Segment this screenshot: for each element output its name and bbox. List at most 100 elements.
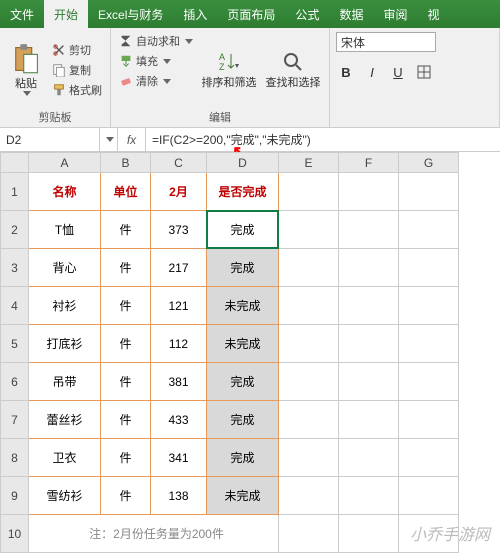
cell-A5[interactable]: 打底衫: [29, 325, 101, 363]
clear-button[interactable]: 清除: [117, 72, 195, 90]
cell-G5[interactable]: [399, 325, 459, 363]
underline-button[interactable]: U: [388, 62, 408, 82]
name-box[interactable]: D2: [0, 128, 100, 151]
cell-E10[interactable]: [279, 515, 339, 553]
col-header-B[interactable]: B: [101, 153, 151, 173]
cell-D3[interactable]: 完成: [207, 249, 279, 287]
col-header-A[interactable]: A: [29, 153, 101, 173]
copy-button[interactable]: 复制: [50, 61, 104, 79]
cell-C3[interactable]: 217: [151, 249, 207, 287]
tab-formula[interactable]: 公式: [285, 0, 329, 28]
cell-C8[interactable]: 341: [151, 439, 207, 477]
cell-C6[interactable]: 381: [151, 363, 207, 401]
cell-A1[interactable]: 名称: [29, 173, 101, 211]
cell-G7[interactable]: [399, 401, 459, 439]
tab-file[interactable]: 文件: [0, 0, 44, 28]
cell-B9[interactable]: 件: [101, 477, 151, 515]
cell-D5[interactable]: 未完成: [207, 325, 279, 363]
cell-E8[interactable]: [279, 439, 339, 477]
cell-F5[interactable]: [339, 325, 399, 363]
tab-data[interactable]: 数据: [329, 0, 373, 28]
cell-B3[interactable]: 件: [101, 249, 151, 287]
italic-button[interactable]: I: [362, 62, 382, 82]
cell-C4[interactable]: 121: [151, 287, 207, 325]
cell-D8[interactable]: 完成: [207, 439, 279, 477]
cell-G9[interactable]: [399, 477, 459, 515]
cell-E4[interactable]: [279, 287, 339, 325]
cell-G3[interactable]: [399, 249, 459, 287]
cell-B2[interactable]: 件: [101, 211, 151, 249]
formula-input[interactable]: =IF(C2>=200,"完成","未完成") ↖: [146, 128, 500, 151]
col-header-E[interactable]: E: [279, 153, 339, 173]
row-header-10[interactable]: 10: [1, 515, 29, 553]
cell-B6[interactable]: 件: [101, 363, 151, 401]
cell-G1[interactable]: [399, 173, 459, 211]
format-painter-button[interactable]: 格式刷: [50, 81, 104, 99]
col-header-G[interactable]: G: [399, 153, 459, 173]
cell-C9[interactable]: 138: [151, 477, 207, 515]
cell-G6[interactable]: [399, 363, 459, 401]
cell-B5[interactable]: 件: [101, 325, 151, 363]
cell-B7[interactable]: 件: [101, 401, 151, 439]
tab-insert[interactable]: 插入: [173, 0, 217, 28]
row-header-8[interactable]: 8: [1, 439, 29, 477]
col-header-D[interactable]: D: [207, 153, 279, 173]
cell-D1[interactable]: 是否完成: [207, 173, 279, 211]
col-header-F[interactable]: F: [339, 153, 399, 173]
cell-A8[interactable]: 卫衣: [29, 439, 101, 477]
row-header-4[interactable]: 4: [1, 287, 29, 325]
cell-F9[interactable]: [339, 477, 399, 515]
cell-F7[interactable]: [339, 401, 399, 439]
cell-F10[interactable]: [339, 515, 399, 553]
cell-F2[interactable]: [339, 211, 399, 249]
fill-button[interactable]: 填充: [117, 52, 195, 70]
cell-A6[interactable]: 吊带: [29, 363, 101, 401]
tab-home[interactable]: 开始: [44, 0, 88, 28]
cell-F6[interactable]: [339, 363, 399, 401]
find-select-button[interactable]: 查找和选择: [263, 32, 323, 107]
row-header-5[interactable]: 5: [1, 325, 29, 363]
fx-button[interactable]: fx: [118, 128, 146, 151]
tab-review[interactable]: 审阅: [373, 0, 417, 28]
cell-D9[interactable]: 未完成: [207, 477, 279, 515]
cell-E1[interactable]: [279, 173, 339, 211]
autosum-button[interactable]: 自动求和: [117, 32, 195, 50]
cell-A9[interactable]: 雪纺衫: [29, 477, 101, 515]
cell-C5[interactable]: 112: [151, 325, 207, 363]
name-box-dropdown[interactable]: [100, 128, 118, 151]
cell-G4[interactable]: [399, 287, 459, 325]
row-header-9[interactable]: 9: [1, 477, 29, 515]
cell-A7[interactable]: 蕾丝衫: [29, 401, 101, 439]
cell-D2[interactable]: 完成: [207, 211, 279, 249]
row-header-6[interactable]: 6: [1, 363, 29, 401]
cell-D6[interactable]: 完成: [207, 363, 279, 401]
cell-G2[interactable]: [399, 211, 459, 249]
cell-F8[interactable]: [339, 439, 399, 477]
cell-G8[interactable]: [399, 439, 459, 477]
cell-D4[interactable]: 未完成: [207, 287, 279, 325]
row-header-7[interactable]: 7: [1, 401, 29, 439]
tab-page-layout[interactable]: 页面布局: [217, 0, 285, 28]
cell-E2[interactable]: [279, 211, 339, 249]
font-name-select[interactable]: 宋体: [336, 32, 436, 52]
sort-filter-button[interactable]: AZ 排序和筛选: [199, 32, 259, 107]
cell-C7[interactable]: 433: [151, 401, 207, 439]
row-header-1[interactable]: 1: [1, 173, 29, 211]
row-header-3[interactable]: 3: [1, 249, 29, 287]
cell-A3[interactable]: 背心: [29, 249, 101, 287]
cell-B4[interactable]: 件: [101, 287, 151, 325]
border-button[interactable]: [414, 62, 434, 82]
cell-F3[interactable]: [339, 249, 399, 287]
cell-E7[interactable]: [279, 401, 339, 439]
cell-E3[interactable]: [279, 249, 339, 287]
tab-custom[interactable]: Excel与财务: [88, 0, 173, 28]
bold-button[interactable]: B: [336, 62, 356, 82]
cut-button[interactable]: 剪切: [50, 41, 104, 59]
cell-E6[interactable]: [279, 363, 339, 401]
tab-view[interactable]: 视: [417, 0, 449, 28]
select-all-cell[interactable]: [1, 153, 29, 173]
cell-C2[interactable]: 373: [151, 211, 207, 249]
paste-button[interactable]: 粘贴: [6, 32, 46, 107]
cell-F4[interactable]: [339, 287, 399, 325]
cell-B8[interactable]: 件: [101, 439, 151, 477]
